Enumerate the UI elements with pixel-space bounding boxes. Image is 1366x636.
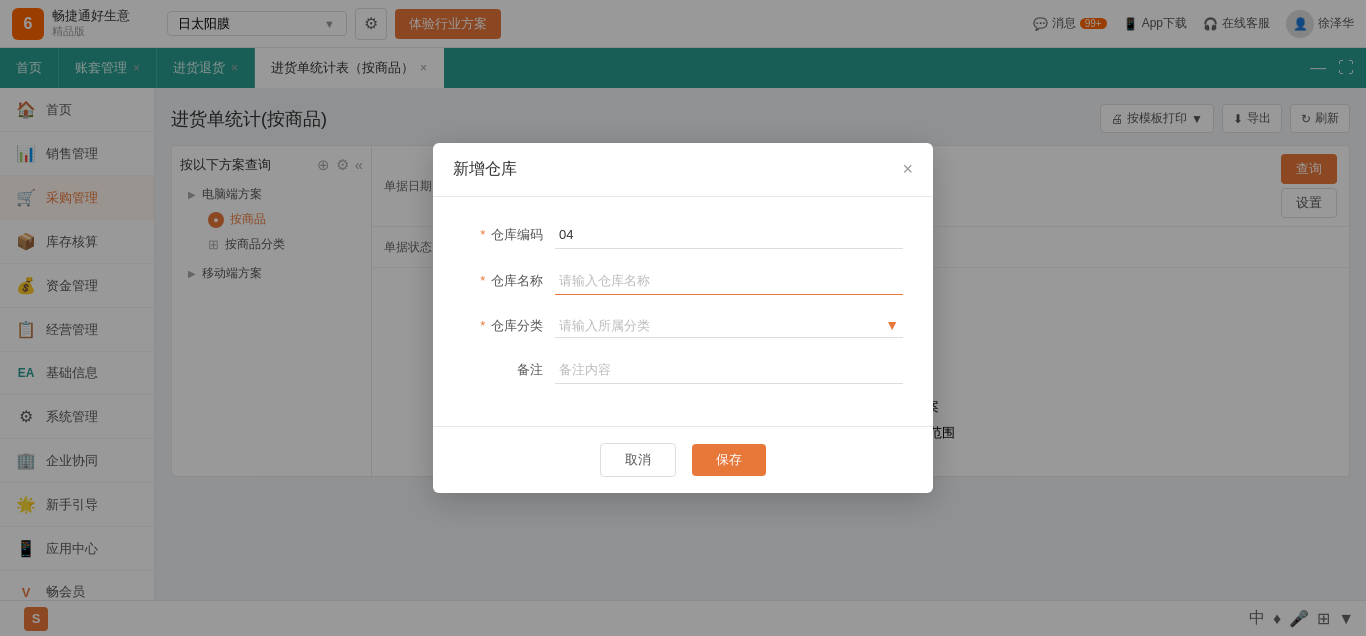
form-label-note: 备注 [463,361,543,379]
cancel-button[interactable]: 取消 [600,443,676,477]
form-label-name: * 仓库名称 [463,272,543,290]
dialog-footer: 取消 保存 [433,426,933,493]
category-chevron-icon: ▼ [885,317,899,333]
required-mark-category: * [480,318,485,333]
save-button[interactable]: 保存 [692,444,766,476]
warehouse-name-input[interactable] [555,267,903,295]
category-select[interactable]: 请输入所属分类 [559,318,885,333]
dialog-body: * 仓库编码 * 仓库名称 * 仓库分类 [433,197,933,426]
form-row-category: * 仓库分类 请输入所属分类 ▼ [463,313,903,338]
dialog-close-icon[interactable]: × [902,159,913,180]
warehouse-code-input[interactable] [555,221,903,249]
form-label-category: * 仓库分类 [463,317,543,335]
form-label-code: * 仓库编码 [463,226,543,244]
form-row-name: * 仓库名称 [463,267,903,295]
category-select-wrap[interactable]: 请输入所属分类 ▼ [555,313,903,338]
add-warehouse-dialog: 新增仓库 × * 仓库编码 * 仓库名称 [433,143,933,493]
dialog-overlay: 新增仓库 × * 仓库编码 * 仓库名称 [0,0,1366,636]
required-mark-code: * [480,227,485,242]
required-mark-name: * [480,273,485,288]
dialog-title: 新增仓库 [453,159,517,180]
form-row-note: 备注 [463,356,903,384]
warehouse-note-input[interactable] [555,356,903,384]
form-row-code: * 仓库编码 [463,221,903,249]
dialog-header: 新增仓库 × [433,143,933,197]
